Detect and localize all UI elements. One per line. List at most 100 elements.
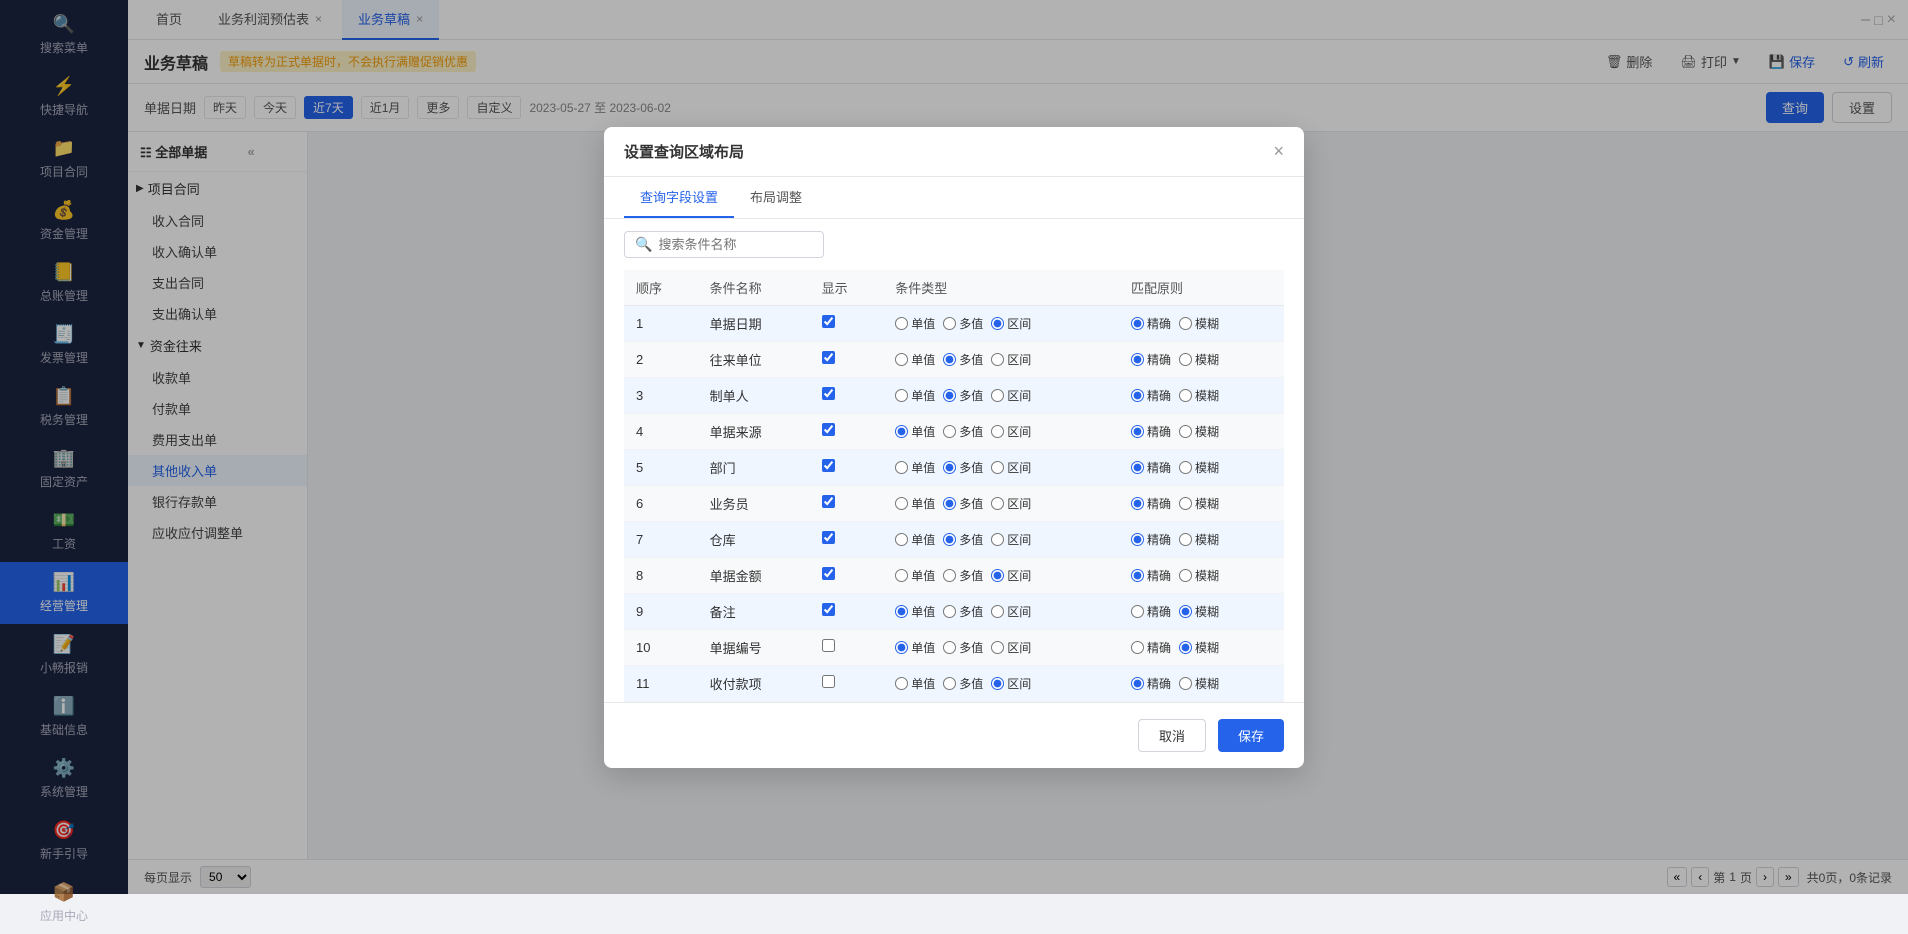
- match-fuzzy-radio[interactable]: [1179, 389, 1192, 402]
- type-multi-radio[interactable]: [943, 353, 956, 366]
- type-single-radio[interactable]: [895, 317, 908, 330]
- match-fuzzy-radio[interactable]: [1179, 461, 1192, 474]
- type-range-radio[interactable]: [991, 353, 1004, 366]
- type-range-radio[interactable]: [991, 605, 1004, 618]
- type-multi-radio[interactable]: [943, 389, 956, 402]
- type-multi-label[interactable]: 多值: [943, 387, 983, 404]
- type-single-radio[interactable]: [895, 389, 908, 402]
- type-range-radio[interactable]: [991, 389, 1004, 402]
- match-exact-label[interactable]: 精确: [1131, 459, 1171, 476]
- match-fuzzy-radio[interactable]: [1179, 425, 1192, 438]
- match-exact-radio[interactable]: [1131, 641, 1144, 654]
- type-range-radio[interactable]: [991, 677, 1004, 690]
- type-range-radio[interactable]: [991, 569, 1004, 582]
- type-range-label[interactable]: 区间: [991, 423, 1031, 440]
- type-range-radio[interactable]: [991, 497, 1004, 510]
- type-range-radio[interactable]: [991, 641, 1004, 654]
- condition-search-box[interactable]: 🔍: [624, 231, 824, 258]
- match-fuzzy-label[interactable]: 模糊: [1179, 603, 1219, 620]
- match-fuzzy-label[interactable]: 模糊: [1179, 495, 1219, 512]
- match-exact-radio[interactable]: [1131, 353, 1144, 366]
- dialog-overlay[interactable]: 设置查询区域布局 × 查询字段设置 布局调整 🔍 顺序: [0, 0, 1908, 894]
- match-fuzzy-label[interactable]: 模糊: [1179, 459, 1219, 476]
- match-exact-radio[interactable]: [1131, 605, 1144, 618]
- type-single-radio[interactable]: [895, 641, 908, 654]
- match-fuzzy-radio[interactable]: [1179, 497, 1192, 510]
- match-fuzzy-radio[interactable]: [1179, 605, 1192, 618]
- type-multi-label[interactable]: 多值: [943, 459, 983, 476]
- type-range-label[interactable]: 区间: [991, 639, 1031, 656]
- save-dialog-button[interactable]: 保存: [1218, 719, 1284, 752]
- type-single-label[interactable]: 单值: [895, 675, 935, 692]
- match-fuzzy-label[interactable]: 模糊: [1179, 675, 1219, 692]
- dialog-tab-layout[interactable]: 布局调整: [734, 177, 818, 218]
- type-multi-label[interactable]: 多值: [943, 603, 983, 620]
- type-single-label[interactable]: 单值: [895, 423, 935, 440]
- type-single-radio[interactable]: [895, 569, 908, 582]
- type-range-radio[interactable]: [991, 533, 1004, 546]
- type-multi-radio[interactable]: [943, 677, 956, 690]
- show-checkbox[interactable]: [822, 423, 835, 436]
- type-single-radio[interactable]: [895, 353, 908, 366]
- type-multi-radio[interactable]: [943, 605, 956, 618]
- show-checkbox[interactable]: [822, 603, 835, 616]
- type-range-label[interactable]: 区间: [991, 531, 1031, 548]
- match-fuzzy-radio[interactable]: [1179, 677, 1192, 690]
- type-range-label[interactable]: 区间: [991, 315, 1031, 332]
- match-fuzzy-label[interactable]: 模糊: [1179, 315, 1219, 332]
- show-checkbox[interactable]: [822, 459, 835, 472]
- type-multi-label[interactable]: 多值: [943, 567, 983, 584]
- type-multi-label[interactable]: 多值: [943, 351, 983, 368]
- type-multi-label[interactable]: 多值: [943, 531, 983, 548]
- type-single-radio[interactable]: [895, 425, 908, 438]
- type-single-label[interactable]: 单值: [895, 351, 935, 368]
- type-range-label[interactable]: 区间: [991, 495, 1031, 512]
- type-range-label[interactable]: 区间: [991, 387, 1031, 404]
- match-fuzzy-label[interactable]: 模糊: [1179, 351, 1219, 368]
- match-fuzzy-radio[interactable]: [1179, 569, 1192, 582]
- match-exact-radio[interactable]: [1131, 677, 1144, 690]
- match-exact-label[interactable]: 精确: [1131, 675, 1171, 692]
- type-range-label[interactable]: 区间: [991, 459, 1031, 476]
- type-single-label[interactable]: 单值: [895, 387, 935, 404]
- type-range-radio[interactable]: [991, 425, 1004, 438]
- type-single-label[interactable]: 单值: [895, 603, 935, 620]
- type-range-label[interactable]: 区间: [991, 675, 1031, 692]
- type-single-radio[interactable]: [895, 497, 908, 510]
- type-multi-radio[interactable]: [943, 533, 956, 546]
- show-checkbox[interactable]: [822, 351, 835, 364]
- dialog-tab-fields[interactable]: 查询字段设置: [624, 177, 734, 218]
- type-range-label[interactable]: 区间: [991, 351, 1031, 368]
- match-exact-radio[interactable]: [1131, 317, 1144, 330]
- type-single-label[interactable]: 单值: [895, 459, 935, 476]
- match-exact-radio[interactable]: [1131, 425, 1144, 438]
- type-multi-radio[interactable]: [943, 425, 956, 438]
- match-fuzzy-label[interactable]: 模糊: [1179, 567, 1219, 584]
- match-fuzzy-label[interactable]: 模糊: [1179, 639, 1219, 656]
- match-exact-label[interactable]: 精确: [1131, 603, 1171, 620]
- type-multi-radio[interactable]: [943, 317, 956, 330]
- type-single-radio[interactable]: [895, 533, 908, 546]
- show-checkbox[interactable]: [822, 531, 835, 544]
- type-range-radio[interactable]: [991, 461, 1004, 474]
- match-exact-label[interactable]: 精确: [1131, 315, 1171, 332]
- type-range-label[interactable]: 区间: [991, 603, 1031, 620]
- show-checkbox[interactable]: [822, 495, 835, 508]
- match-exact-radio[interactable]: [1131, 497, 1144, 510]
- match-fuzzy-label[interactable]: 模糊: [1179, 423, 1219, 440]
- type-single-label[interactable]: 单值: [895, 531, 935, 548]
- type-range-label[interactable]: 区间: [991, 567, 1031, 584]
- type-single-label[interactable]: 单值: [895, 567, 935, 584]
- type-multi-label[interactable]: 多值: [943, 495, 983, 512]
- type-multi-label[interactable]: 多值: [943, 639, 983, 656]
- match-exact-label[interactable]: 精确: [1131, 495, 1171, 512]
- match-fuzzy-radio[interactable]: [1179, 317, 1192, 330]
- match-fuzzy-radio[interactable]: [1179, 353, 1192, 366]
- match-fuzzy-radio[interactable]: [1179, 533, 1192, 546]
- show-checkbox[interactable]: [822, 675, 835, 688]
- match-fuzzy-label[interactable]: 模糊: [1179, 531, 1219, 548]
- match-exact-radio[interactable]: [1131, 569, 1144, 582]
- type-multi-radio[interactable]: [943, 461, 956, 474]
- dialog-close-button[interactable]: ×: [1273, 141, 1284, 162]
- type-single-label[interactable]: 单值: [895, 639, 935, 656]
